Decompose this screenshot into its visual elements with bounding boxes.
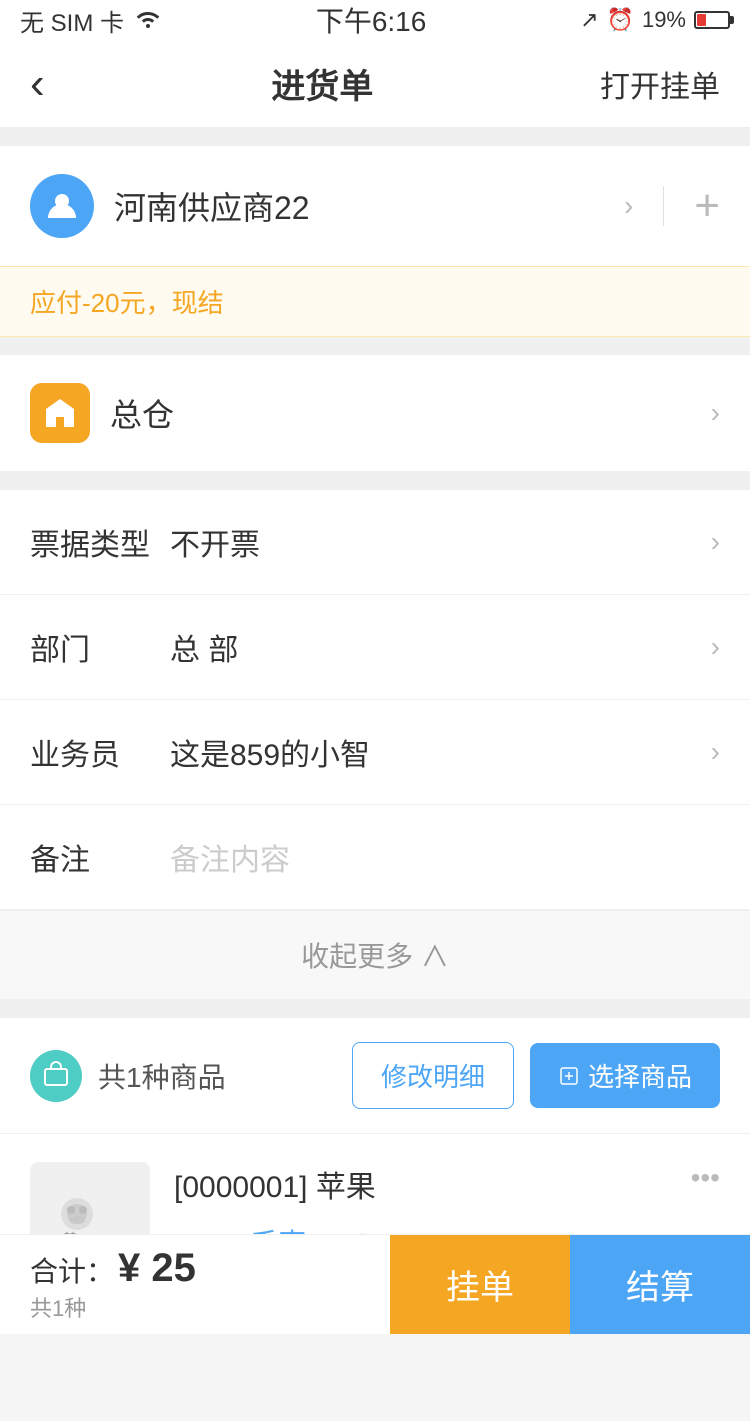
warehouse-row[interactable]: 总仓 › bbox=[0, 355, 750, 472]
total-count: 共1种 bbox=[30, 1291, 360, 1323]
remark-input[interactable]: 备注内容 bbox=[170, 835, 720, 879]
status-bar: 无 SIM 卡 下午6:16 ↗ ⏰ 19% bbox=[0, 0, 750, 40]
checkout-button[interactable]: 结算 bbox=[570, 1235, 750, 1334]
ticket-type-label: 票据类型 bbox=[30, 520, 170, 564]
salesman-row[interactable]: 业务员 这是859的小智 › bbox=[0, 700, 750, 805]
battery-icon bbox=[694, 11, 730, 29]
hang-button[interactable]: 挂单 bbox=[390, 1235, 570, 1334]
divider-2 bbox=[0, 337, 750, 355]
supplier-chevron-icon: › bbox=[624, 190, 633, 222]
nav-bar: ‹ 进货单 打开挂单 bbox=[0, 40, 750, 128]
edit-detail-button[interactable]: 修改明细 bbox=[352, 1042, 514, 1109]
add-button[interactable]: + bbox=[694, 181, 720, 231]
department-row[interactable]: 部门 总 部 › bbox=[0, 595, 750, 700]
total-amount: ¥ 25 bbox=[118, 1246, 196, 1291]
wifi-icon bbox=[134, 6, 162, 35]
warehouse-name: 总仓 bbox=[110, 390, 711, 436]
department-value: 总 部 bbox=[170, 625, 711, 669]
supplier-card: 河南供应商22 › + 应付-20元，现结 bbox=[0, 146, 750, 337]
total-label: 合计： bbox=[30, 1250, 114, 1290]
department-label: 部门 bbox=[30, 625, 170, 669]
alarm-icon: ⏰ bbox=[607, 7, 634, 33]
form-card: 票据类型 不开票 › 部门 总 部 › 业务员 这是859的小智 › 备注 备注… bbox=[0, 490, 750, 999]
salesman-chevron-icon: › bbox=[711, 736, 720, 768]
product-more-button[interactable]: ••• bbox=[691, 1162, 720, 1194]
supplier-row[interactable]: 河南供应商22 › + bbox=[0, 146, 750, 266]
products-count: 共1种商品 bbox=[98, 1056, 352, 1096]
salesman-label: 业务员 bbox=[30, 730, 170, 774]
status-right: ↗ ⏰ 19% bbox=[580, 7, 730, 33]
battery-label: 19% bbox=[642, 7, 686, 33]
warehouse-icon bbox=[30, 383, 90, 443]
ticket-chevron-icon: › bbox=[711, 526, 720, 558]
ticket-type-row[interactable]: 票据类型 不开票 › bbox=[0, 490, 750, 595]
status-time: 下午6:16 bbox=[316, 0, 427, 40]
product-name: [0000001] 苹果 bbox=[174, 1162, 667, 1206]
remark-label: 备注 bbox=[30, 835, 170, 879]
page-title: 进货单 bbox=[271, 59, 373, 108]
select-product-label: 选择商品 bbox=[588, 1057, 692, 1094]
supplier-avatar bbox=[30, 174, 94, 238]
warehouse-chevron-icon: › bbox=[711, 397, 720, 429]
products-icon bbox=[30, 1050, 82, 1102]
warehouse-card: 总仓 › bbox=[0, 355, 750, 472]
notice-bar: 应付-20元，现结 bbox=[0, 266, 750, 337]
collapse-button[interactable]: 收起更多 ∧ bbox=[0, 910, 750, 999]
divider-1 bbox=[0, 128, 750, 146]
products-header: 共1种商品 修改明细 选择商品 bbox=[0, 1017, 750, 1134]
location-icon: ↗ bbox=[580, 7, 598, 33]
open-hang-button[interactable]: 打开挂单 bbox=[600, 62, 720, 106]
select-product-button[interactable]: 选择商品 bbox=[530, 1043, 720, 1108]
total-section: 合计： ¥ 25 共1种 bbox=[0, 1235, 390, 1334]
remark-row[interactable]: 备注 备注内容 bbox=[0, 805, 750, 910]
department-chevron-icon: › bbox=[711, 631, 720, 663]
divider-4 bbox=[0, 999, 750, 1017]
divider-3 bbox=[0, 472, 750, 490]
salesman-value: 这是859的小智 bbox=[170, 730, 711, 774]
status-left: 无 SIM 卡 bbox=[20, 3, 162, 38]
vertical-divider bbox=[663, 186, 664, 226]
supplier-name: 河南供应商22 bbox=[114, 183, 624, 229]
carrier-label: 无 SIM 卡 bbox=[20, 3, 124, 38]
back-button[interactable]: ‹ bbox=[30, 59, 45, 109]
bottom-bar: 合计： ¥ 25 共1种 挂单 结算 bbox=[0, 1234, 750, 1334]
ticket-type-value: 不开票 bbox=[170, 520, 711, 564]
